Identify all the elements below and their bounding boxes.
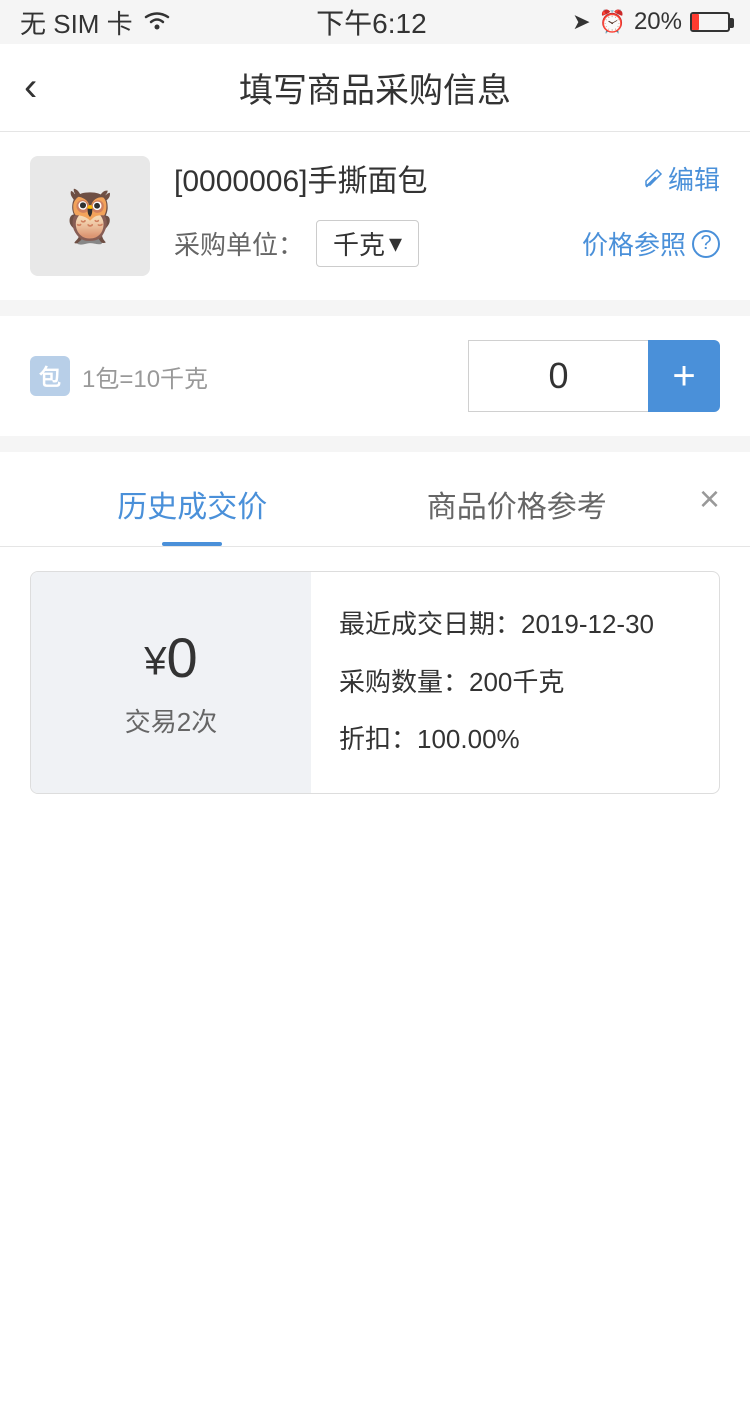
product-info-top: [0000006]手撕面包 编辑 bbox=[174, 156, 720, 200]
bottom-area bbox=[0, 818, 750, 1418]
yen-symbol: ¥ bbox=[144, 640, 166, 684]
tabs-header: 历史成交价 商品价格参考 × bbox=[0, 452, 750, 547]
tab-active-underline bbox=[162, 542, 222, 546]
product-info: [0000006]手撕面包 编辑 采购单位： 千克 ▾ bbox=[174, 156, 720, 267]
detail-discount-value: 100.00% bbox=[417, 724, 520, 754]
location-icon: ➤ bbox=[572, 9, 590, 35]
battery-icon bbox=[690, 12, 730, 32]
tab-history-label: 历史成交价 bbox=[117, 491, 267, 524]
product-logo-icon: 🦉 bbox=[58, 186, 123, 247]
quantity-input-group: + bbox=[468, 340, 720, 412]
tab-reference-label: 商品价格参考 bbox=[427, 491, 607, 524]
tabs-section: 历史成交价 商品价格参考 × ¥0 交易2次 最近成交日期：2019-12-30… bbox=[0, 452, 750, 818]
unit-value: 千克 bbox=[333, 225, 385, 262]
quantity-section: 包 1包=10千克 + bbox=[0, 316, 750, 436]
dropdown-arrow-icon: ▾ bbox=[389, 228, 402, 259]
back-button[interactable]: ‹ bbox=[24, 65, 37, 110]
detail-qty-value: 200千克 bbox=[469, 667, 564, 697]
quantity-label: 包 1包=10千克 bbox=[30, 356, 208, 396]
unit-row: 采购单位： 千克 ▾ bbox=[174, 220, 419, 267]
product-name: [0000006]手撕面包 bbox=[174, 156, 427, 200]
detail-date-label: 最近成交日期： bbox=[339, 609, 521, 639]
tab-price-reference[interactable]: 商品价格参考 bbox=[354, 452, 678, 546]
price-detail-discount: 折扣：100.00% bbox=[339, 719, 691, 761]
edit-button[interactable]: 编辑 bbox=[642, 160, 720, 197]
status-carrier: 无 SIM 卡 bbox=[20, 4, 171, 41]
unit-label: 采购单位： bbox=[174, 225, 304, 262]
unit-badge-text: 包 bbox=[39, 360, 61, 392]
price-detail-quantity: 采购数量：200千克 bbox=[339, 662, 691, 704]
product-info-bottom: 采购单位： 千克 ▾ 价格参照 ? bbox=[174, 220, 720, 267]
product-section: 🦉 [0000006]手撕面包 编辑 采购单位： 千克 ▾ bbox=[0, 132, 750, 300]
price-ref-label: 价格参照 bbox=[582, 225, 686, 262]
nav-bar: ‹ 填写商品采购信息 bbox=[0, 44, 750, 132]
price-card-right: 最近成交日期：2019-12-30 采购数量：200千克 折扣：100.00% bbox=[311, 572, 719, 793]
quantity-hint: 1包=10千克 bbox=[82, 359, 208, 394]
price-card-left: ¥0 交易2次 bbox=[31, 572, 311, 793]
status-indicators: ➤ ⏰ 20% bbox=[572, 8, 730, 36]
help-icon: ? bbox=[692, 230, 720, 258]
tab-content-history: ¥0 交易2次 最近成交日期：2019-12-30 采购数量：200千克 折扣：… bbox=[0, 547, 750, 818]
detail-date-value: 2019-12-30 bbox=[521, 609, 654, 639]
status-bar: 无 SIM 卡 下午6:12 ➤ ⏰ 20% bbox=[0, 0, 750, 44]
price-value: 0 bbox=[167, 626, 198, 689]
price-detail-date: 最近成交日期：2019-12-30 bbox=[339, 604, 691, 646]
price-reference-button[interactable]: 价格参照 ? bbox=[582, 225, 720, 262]
unit-select[interactable]: 千克 ▾ bbox=[316, 220, 419, 267]
status-time: 下午6:12 bbox=[316, 2, 427, 42]
product-row: 🦉 [0000006]手撕面包 编辑 采购单位： 千克 ▾ bbox=[30, 156, 720, 276]
alarm-icon: ⏰ bbox=[599, 9, 626, 35]
page-title: 填写商品采购信息 bbox=[239, 63, 511, 112]
price-amount: ¥0 bbox=[144, 625, 197, 690]
close-button[interactable]: × bbox=[679, 458, 720, 540]
quantity-input[interactable] bbox=[468, 340, 648, 412]
wifi-icon bbox=[143, 7, 171, 38]
battery-percent: 20% bbox=[634, 8, 682, 36]
price-trades: 交易2次 bbox=[125, 702, 217, 739]
quantity-plus-button[interactable]: + bbox=[648, 340, 720, 412]
price-card: ¥0 交易2次 最近成交日期：2019-12-30 采购数量：200千克 折扣：… bbox=[30, 571, 720, 794]
unit-badge: 包 bbox=[30, 356, 70, 396]
tab-history-price[interactable]: 历史成交价 bbox=[30, 452, 354, 546]
carrier-text: 无 SIM 卡 bbox=[20, 4, 133, 41]
detail-discount-label: 折扣： bbox=[339, 724, 417, 754]
detail-qty-label: 采购数量： bbox=[339, 667, 469, 697]
product-thumbnail: 🦉 bbox=[30, 156, 150, 276]
edit-label: 编辑 bbox=[668, 160, 720, 197]
